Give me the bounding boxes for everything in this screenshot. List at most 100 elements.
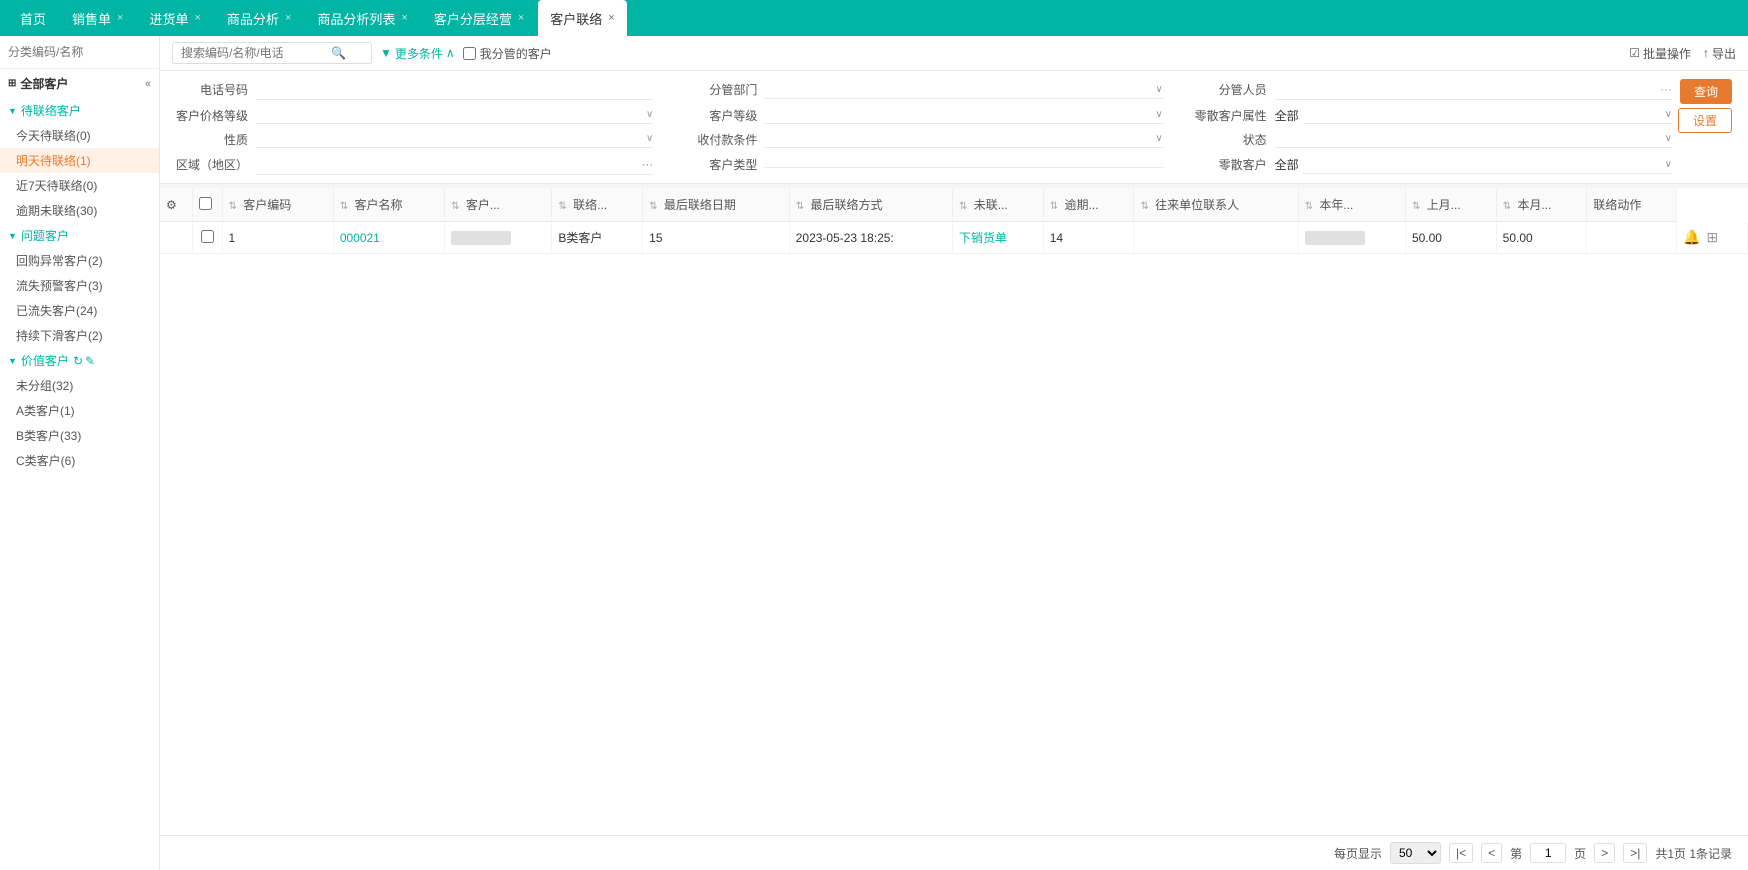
filter-retail-attr-select[interactable]: ∨ — [1303, 106, 1672, 124]
query-button[interactable]: 查询 — [1680, 79, 1732, 104]
sidebar-item-class-a[interactable]: A类客户(1) — [0, 398, 159, 423]
th-code: 客户编码 — [222, 188, 333, 222]
my-customers-checkbox[interactable] — [463, 47, 476, 60]
batch-op-btn[interactable]: ☑ 批量操作 — [1629, 45, 1691, 62]
nav-customer-tiered-close[interactable]: × — [518, 12, 524, 24]
filter-payment: 收付款条件 ∨ — [685, 130, 1162, 148]
contact-action-icon[interactable]: 🔔 — [1683, 229, 1700, 246]
filter-manager-select[interactable]: ··· — [1275, 79, 1672, 100]
nav-product-analysis-close[interactable]: × — [285, 12, 291, 24]
search-input[interactable] — [181, 46, 331, 60]
more-filters-btn[interactable]: ▼ 更多条件 ∧ — [380, 45, 455, 62]
action-buttons: 查询 设置 — [1672, 79, 1732, 133]
refresh-icon[interactable]: ↻ — [73, 354, 83, 368]
sidebar-item-class-b[interactable]: B类客户(33) — [0, 423, 159, 448]
sidebar-item-churn-warn[interactable]: 流失预警客户(3) — [0, 273, 159, 298]
th-contact-person: 往来单位联系人 — [1134, 188, 1298, 222]
export-btn[interactable]: ↑ 导出 — [1703, 45, 1736, 62]
nav-customer-contact-close[interactable]: × — [608, 12, 614, 24]
filter-customer-type-select[interactable] — [765, 161, 1162, 168]
sort-last-contact-date-icon — [649, 198, 660, 212]
sidebar-group-pending[interactable]: 待联络客户 — [0, 98, 159, 123]
row-name: Ea — [445, 222, 552, 254]
gear-icon[interactable]: ⚙ — [166, 198, 177, 212]
nav-customer-tiered[interactable]: 客户分层经营 × — [422, 0, 536, 36]
filter-region-select[interactable]: ··· — [256, 154, 653, 175]
sidebar-group-value[interactable]: 价值客户 ↻ ✎ — [0, 348, 159, 373]
edit-icon[interactable]: ✎ — [85, 354, 95, 368]
nav-product-analysis[interactable]: 商品分析 × — [215, 0, 303, 36]
th-last-month: 上月... — [1405, 188, 1496, 222]
filter-row-2: 客户价格等级 ∨ 客户等级 ∨ — [176, 106, 1672, 124]
filter-row-4: 区域（地区） ··· 客户类型 — [176, 154, 1672, 175]
sort-contact-person-icon — [1140, 198, 1151, 212]
filter-dept-select[interactable]: ∨ — [765, 81, 1162, 99]
sidebar-group-problem[interactable]: 问题客户 — [0, 223, 159, 248]
filter-payment-select[interactable]: ∨ — [765, 130, 1162, 148]
sidebar: 🔍 ⊞ 全部客户 « 待联络客户 今天待联络(0) 明天待联络(1) 近7天待联… — [0, 36, 160, 870]
sidebar-item-class-c[interactable]: C类客户(6) — [0, 448, 159, 473]
filter-row-3: 性质 ∨ 收付款条件 ∨ — [176, 130, 1672, 148]
sidebar-item-abnormal[interactable]: 回购异常客户(2) — [0, 248, 159, 273]
sidebar-item-overdue[interactable]: 逾期未联络(30) — [0, 198, 159, 223]
select-all-checkbox[interactable] — [199, 197, 212, 210]
sidebar-search-input[interactable] — [8, 45, 160, 59]
row-last-month: 50.00 — [1496, 222, 1587, 254]
my-customers-check[interactable]: 我分管的客户 — [463, 45, 552, 62]
filter-customer-grade-select[interactable]: ∨ — [765, 106, 1162, 124]
status-chevron-icon: ∨ — [1665, 133, 1672, 144]
prev-page-btn[interactable]: < — [1481, 843, 1502, 863]
sidebar-item-declining[interactable]: 持续下滑客户(2) — [0, 323, 159, 348]
sort-last-month-icon — [1412, 198, 1423, 212]
search-icon[interactable]: 🔍 — [331, 46, 346, 60]
table-area: ⚙ 客户编码 客户名称 — [160, 188, 1748, 835]
page-input[interactable] — [1530, 843, 1566, 863]
nav-product-analysis-list-close[interactable]: × — [401, 12, 407, 24]
filter-gender-select[interactable]: ∨ — [256, 130, 653, 148]
more-action-icon[interactable]: ⊞ — [1707, 229, 1719, 246]
nav-customer-contact[interactable]: 客户联络 × — [538, 0, 626, 36]
sidebar-item-churned[interactable]: 已流失客户(24) — [0, 298, 159, 323]
sidebar-item-ungrouped[interactable]: 未分组(32) — [0, 373, 159, 398]
nav-purchase-order[interactable]: 进货单 × — [137, 0, 212, 36]
nav-sales-order-close[interactable]: × — [117, 12, 123, 24]
nav-home[interactable]: 首页 — [8, 0, 58, 36]
filter-phone-input[interactable] — [256, 79, 653, 100]
sidebar-all-customers[interactable]: ⊞ 全部客户 « — [0, 69, 159, 98]
checkbox-icon: ☑ — [1629, 46, 1640, 60]
nav-product-analysis-list[interactable]: 商品分析列表 × — [305, 0, 419, 36]
filter-panel: 电话号码 分管部门 ∨ 分管人员 — [160, 71, 1748, 184]
nav-purchase-order-close[interactable]: × — [194, 12, 200, 24]
nav-sales-order[interactable]: 销售单 × — [60, 0, 135, 36]
filter-status-select[interactable]: ∨ — [1275, 130, 1672, 148]
last-page-btn[interactable]: >| — [1623, 843, 1647, 863]
sidebar-item-today[interactable]: 今天待联络(0) — [0, 123, 159, 148]
sort-name-icon — [340, 198, 351, 212]
row-last-contact-date: 2023-05-23 18:25: — [789, 222, 952, 254]
next-page-btn[interactable]: > — [1594, 843, 1615, 863]
filter-region: 区域（地区） ··· — [176, 154, 653, 175]
sidebar-item-tomorrow[interactable]: 明天待联络(1) — [0, 148, 159, 173]
filter-customer-grade: 客户等级 ∨ — [685, 106, 1162, 124]
filter-price-grade-select[interactable]: ∨ — [256, 106, 653, 124]
row-code[interactable]: 000021 — [333, 222, 444, 254]
retail-attr-chevron-icon: ∨ — [1665, 109, 1672, 120]
filter-retail-customer-select[interactable]: ∨ — [1303, 156, 1672, 174]
th-uncontacted: 未联... — [952, 188, 1043, 222]
retail-customer-chevron-icon: ∨ — [1665, 159, 1672, 170]
filter-dept: 分管部门 ∨ — [685, 81, 1162, 99]
sidebar-item-7days[interactable]: 近7天待联络(0) — [0, 173, 159, 198]
row-contact-count: 15 — [643, 222, 790, 254]
filter-gender: 性质 ∨ — [176, 130, 653, 148]
toolbar-right: ☑ 批量操作 ↑ 导出 — [1629, 45, 1736, 62]
filter-phone: 电话号码 — [176, 79, 653, 100]
th-actions: 联络动作 — [1587, 188, 1677, 222]
page-size-select[interactable]: 50 100 200 — [1390, 842, 1441, 864]
first-page-btn[interactable]: |< — [1449, 843, 1473, 863]
row-last-contact-method[interactable]: 下销货单 — [952, 222, 1043, 254]
row-checkbox[interactable] — [201, 230, 214, 243]
filter-customer-type: 客户类型 — [685, 156, 1162, 173]
row-gear — [160, 222, 192, 254]
chevron-up-icon: ∧ — [446, 46, 455, 60]
reset-button[interactable]: 设置 — [1678, 108, 1732, 133]
